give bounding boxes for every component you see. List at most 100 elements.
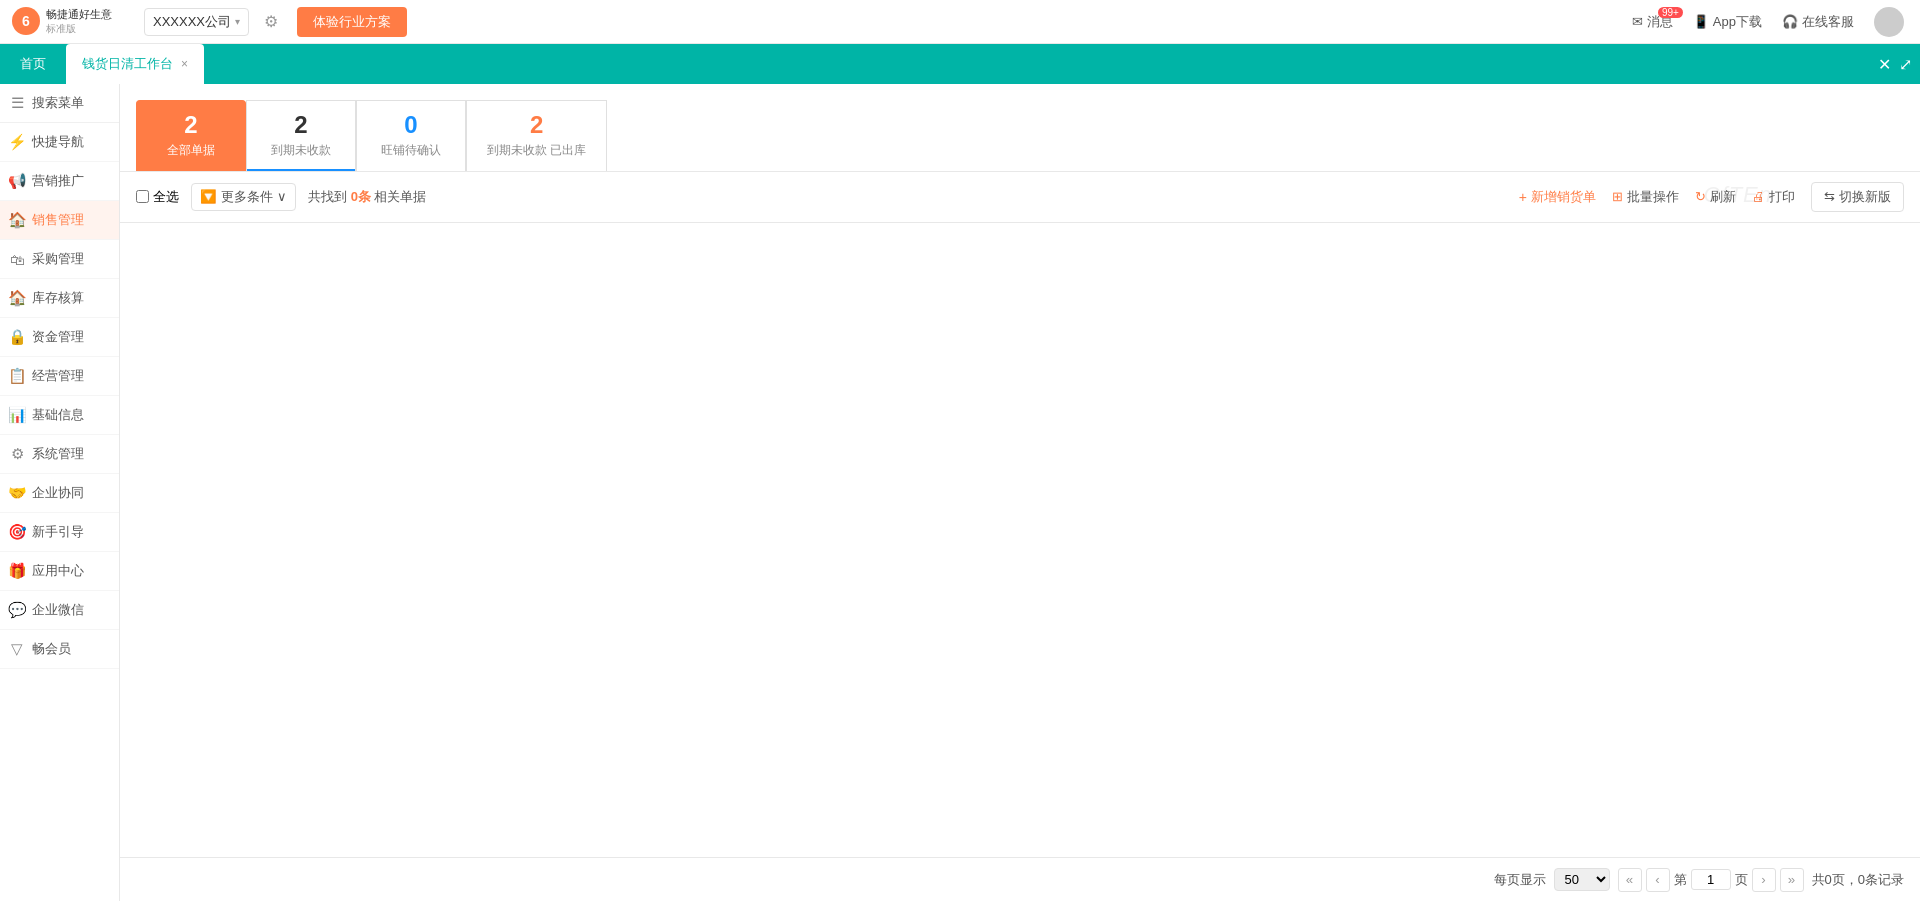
download-icon: 📱 xyxy=(1693,14,1709,29)
sidebar-item-capital[interactable]: 🔒 资金管理 xyxy=(0,318,119,357)
marketing-label: 营销推广 xyxy=(32,172,84,190)
marketing-icon: 📢 xyxy=(8,172,26,190)
stat-tab-wangpu[interactable]: 0 旺铺待确认 xyxy=(356,100,466,171)
print-button[interactable]: 🖨 打印 xyxy=(1752,188,1795,206)
sidebar-item-enterprise[interactable]: 🤝 企业协同 xyxy=(0,474,119,513)
online-service-label: 在线客服 xyxy=(1802,13,1854,31)
online-service-button[interactable]: 🎧 在线客服 xyxy=(1782,13,1854,31)
trial-button[interactable]: 体验行业方案 xyxy=(297,7,407,37)
guide-icon: 🎯 xyxy=(8,523,26,541)
table-area xyxy=(120,223,1920,857)
switch-icon: ⇆ xyxy=(1824,189,1835,204)
stat-tab-shipped[interactable]: 2 到期未收款 已出库 xyxy=(466,100,607,171)
sidebar-item-guide[interactable]: 🎯 新手引导 xyxy=(0,513,119,552)
plus-icon: + xyxy=(1519,189,1527,205)
wechat-icon: 💬 xyxy=(8,601,26,619)
tab-active[interactable]: 钱货日清工作台 × xyxy=(66,44,204,84)
company-dropdown-icon: ▾ xyxy=(235,16,240,27)
select-all-checkbox[interactable]: 全选 xyxy=(136,188,179,206)
select-all-input[interactable] xyxy=(136,190,149,203)
sidebar-item-operation[interactable]: 📋 经营管理 xyxy=(0,357,119,396)
sidebar-item-inventory[interactable]: 🏠 库存核算 xyxy=(0,279,119,318)
tab-underline xyxy=(247,169,355,171)
batch-label: 批量操作 xyxy=(1627,188,1679,206)
purchase-label: 采购管理 xyxy=(32,250,84,268)
batch-button[interactable]: ⊞ 批量操作 xyxy=(1612,188,1679,206)
print-icon: 🖨 xyxy=(1752,189,1765,204)
sidebar-search[interactable]: ☰ 搜索菜单 xyxy=(0,84,119,123)
member-icon: ▽ xyxy=(8,640,26,658)
user-avatar-area[interactable] xyxy=(1874,7,1908,37)
tab-close-icon[interactable]: × xyxy=(181,57,188,71)
stat-tab-all[interactable]: 2 全部单据 xyxy=(136,100,246,171)
page-nav: « ‹ 第 页 › » xyxy=(1618,868,1804,892)
toolbar: 全选 🔽 更多条件 ∨ 共找到 0条 相关单据 + 新增销货单 ⊞ 批量操作 xyxy=(120,172,1920,223)
message-badge: 99+ xyxy=(1658,7,1683,18)
pagination: 每页显示 50 100 200 « ‹ 第 页 › » 共0页，0条记录 xyxy=(120,857,1920,901)
capital-icon: 🔒 xyxy=(8,328,26,346)
logo-area: 6 畅捷通好生意 标准版 xyxy=(12,7,132,35)
sidebar-item-basic[interactable]: 📊 基础信息 xyxy=(0,396,119,435)
inventory-label: 库存核算 xyxy=(32,289,84,307)
service-icon: 🎧 xyxy=(1782,14,1798,29)
sidebar-item-quick-nav[interactable]: ⚡ 快捷导航 xyxy=(0,123,119,162)
found-text: 共找到 0条 相关单据 xyxy=(308,188,426,206)
app-download-label: App下载 xyxy=(1713,13,1762,31)
batch-icon: ⊞ xyxy=(1612,189,1623,204)
last-page-button[interactable]: » xyxy=(1780,868,1804,892)
company-name: XXXXXX公司 xyxy=(153,13,231,31)
message-button[interactable]: ✉ 消息 99+ xyxy=(1632,13,1673,31)
refresh-icon: ↻ xyxy=(1695,189,1706,204)
member-label: 畅会员 xyxy=(32,640,71,658)
inventory-icon: 🏠 xyxy=(8,289,26,307)
filter-button[interactable]: 🔽 更多条件 ∨ xyxy=(191,183,296,211)
sales-icon: 🏠 xyxy=(8,211,26,229)
page-input[interactable] xyxy=(1691,869,1731,890)
stat-label-shipped: 到期未收款 已出库 xyxy=(487,142,586,159)
message-icon: ✉ xyxy=(1632,14,1643,29)
next-page-button[interactable]: › xyxy=(1752,868,1776,892)
quick-nav-icon: ⚡ xyxy=(8,133,26,151)
sidebar-item-member[interactable]: ▽ 畅会员 xyxy=(0,630,119,669)
tab-minimize-icon[interactable]: ✕ xyxy=(1878,55,1891,74)
sidebar: ☰ 搜索菜单 ⚡ 快捷导航 📢 营销推广 🏠 销售管理 🛍 采购管理 🏠 库存核… xyxy=(0,84,120,901)
page-size-select[interactable]: 50 100 200 xyxy=(1554,868,1610,891)
edition-badge: 标准版 xyxy=(46,22,112,36)
tab-expand-icon[interactable]: ⤢ xyxy=(1899,55,1912,74)
page-size-label: 每页显示 xyxy=(1494,871,1546,889)
app-download-button[interactable]: 📱 App下载 xyxy=(1693,13,1762,31)
stats-tabs: 2 全部单据 2 到期未收款 0 旺铺待确认 2 到期未收款 已出库 xyxy=(120,84,1920,172)
tab-home[interactable]: 首页 xyxy=(0,44,66,84)
logo-icon: 6 xyxy=(12,7,40,35)
prev-page-button[interactable]: ‹ xyxy=(1646,868,1670,892)
company-selector[interactable]: XXXXXX公司 ▾ xyxy=(144,8,249,36)
new-order-button[interactable]: + 新增销货单 xyxy=(1519,188,1596,206)
sidebar-item-purchase[interactable]: 🛍 采购管理 xyxy=(0,240,119,279)
sidebar-item-wechat[interactable]: 💬 企业微信 xyxy=(0,591,119,630)
purchase-icon: 🛍 xyxy=(8,250,26,268)
guide-label: 新手引导 xyxy=(32,523,84,541)
sidebar-item-sales[interactable]: 🏠 销售管理 xyxy=(0,201,119,240)
refresh-button[interactable]: ↻ 刷新 xyxy=(1695,188,1736,206)
switch-label: 切换新版 xyxy=(1839,188,1891,206)
stat-number-all: 2 xyxy=(157,111,225,140)
content-area: 2 全部单据 2 到期未收款 0 旺铺待确认 2 到期未收款 已出库 全选 xyxy=(120,84,1920,901)
sidebar-item-marketing[interactable]: 📢 营销推广 xyxy=(0,162,119,201)
settings-button[interactable]: ⚙ xyxy=(257,8,285,36)
main-layout: ☰ 搜索菜单 ⚡ 快捷导航 📢 营销推广 🏠 销售管理 🛍 采购管理 🏠 库存核… xyxy=(0,84,1920,901)
basic-label: 基础信息 xyxy=(32,406,84,424)
filter-label: 更多条件 xyxy=(221,188,273,206)
page-suffix: 页 xyxy=(1735,871,1748,889)
switch-version-button[interactable]: ⇆ 切换新版 xyxy=(1811,182,1904,212)
wechat-label: 企业微信 xyxy=(32,601,84,619)
stat-label-all: 全部单据 xyxy=(157,142,225,159)
first-page-button[interactable]: « xyxy=(1618,868,1642,892)
search-menu-icon: ☰ xyxy=(8,94,26,112)
enterprise-label: 企业协同 xyxy=(32,484,84,502)
sidebar-item-system[interactable]: ⚙ 系统管理 xyxy=(0,435,119,474)
page-label: 第 xyxy=(1674,871,1687,889)
sidebar-item-appstore[interactable]: 🎁 应用中心 xyxy=(0,552,119,591)
basic-icon: 📊 xyxy=(8,406,26,424)
quick-nav-label: 快捷导航 xyxy=(32,133,84,151)
stat-tab-overdue[interactable]: 2 到期未收款 xyxy=(246,100,356,171)
